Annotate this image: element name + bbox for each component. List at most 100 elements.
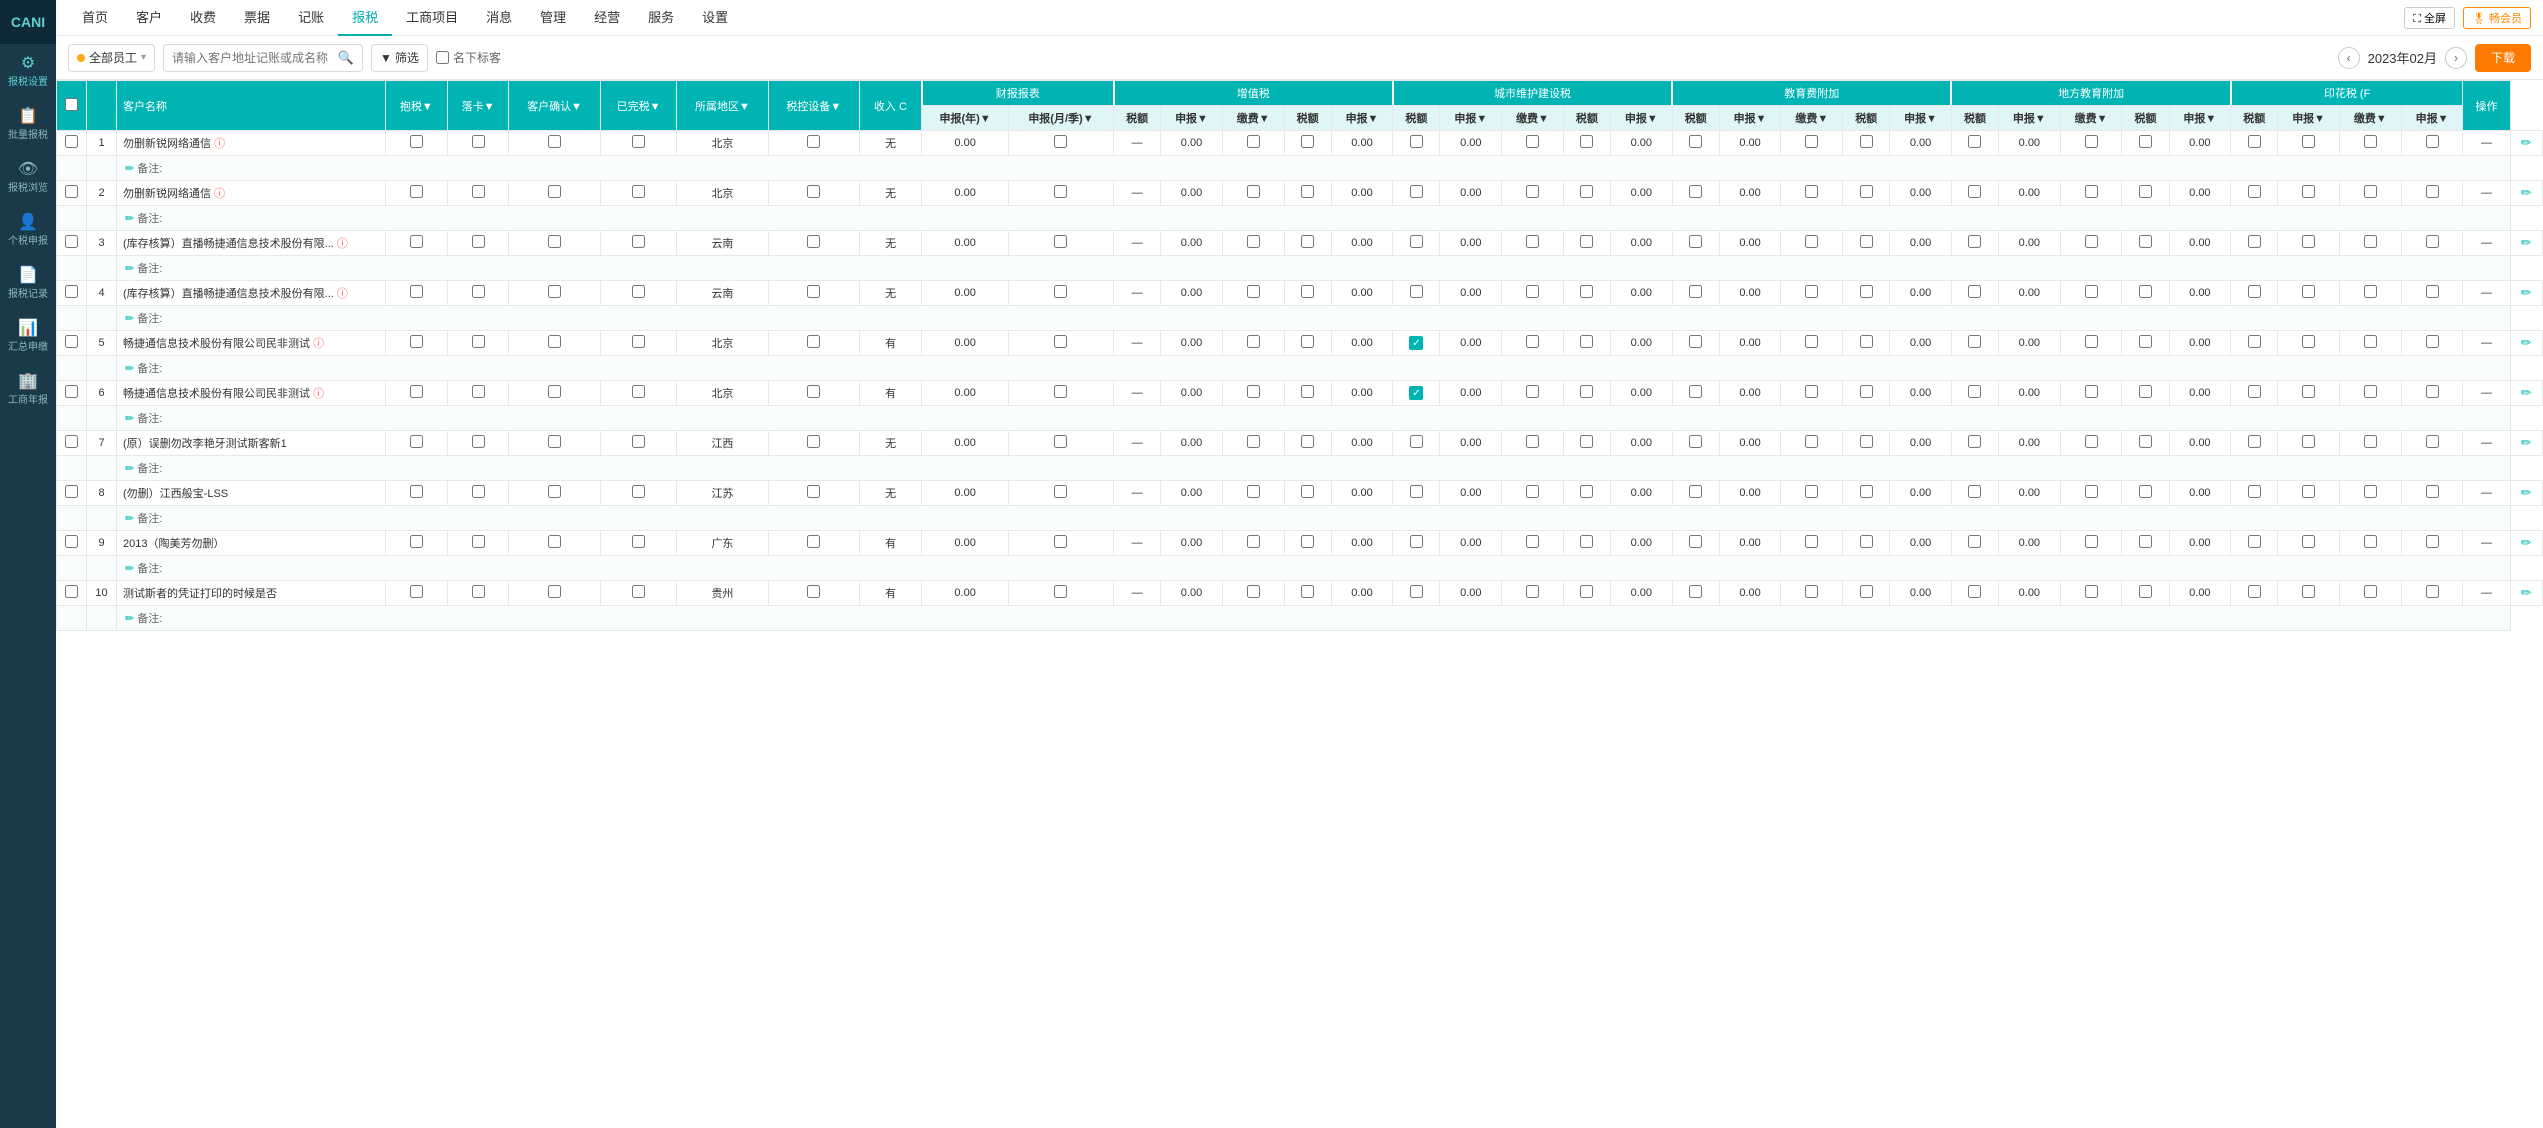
jiao-checkbox1[interactable] [1805, 135, 1818, 148]
difang-checkbox2[interactable] [2139, 385, 2152, 398]
row-checkbox[interactable] [65, 535, 78, 548]
zeng-checkbox2[interactable] [1301, 235, 1314, 248]
difang-checkbox2[interactable] [2139, 185, 2152, 198]
caibao-year-checkbox[interactable] [1054, 185, 1067, 198]
jiao-checkbox3[interactable] [1968, 535, 1981, 548]
row-checkbox[interactable] [65, 335, 78, 348]
sidebar-item-huizongshuoming[interactable]: 📊 汇总申缴 [0, 309, 56, 362]
row-checkbox[interactable] [65, 385, 78, 398]
baoshujiance-checkbox[interactable] [807, 135, 820, 148]
cheng-checkbox1[interactable] [1526, 235, 1539, 248]
cheng-checkbox3[interactable] [1689, 585, 1702, 598]
cheng-checkbox2[interactable] [1580, 285, 1593, 298]
row-checkbox[interactable] [65, 485, 78, 498]
row-checkbox[interactable] [65, 435, 78, 448]
yin-checkbox3[interactable] [2426, 135, 2439, 148]
baoshui-checkbox[interactable] [410, 385, 423, 398]
difang-checkbox3[interactable] [2248, 535, 2261, 548]
yibaogao-checkbox[interactable] [632, 185, 645, 198]
yin-checkbox1[interactable] [2302, 235, 2315, 248]
zeng-checkbox1[interactable] [1247, 335, 1260, 348]
baoshujiance-checkbox[interactable] [807, 185, 820, 198]
yin-checkbox3[interactable] [2426, 385, 2439, 398]
baoshui-checkbox[interactable] [410, 235, 423, 248]
jiao-checkbox1[interactable] [1805, 335, 1818, 348]
jiao-checkbox2[interactable] [1860, 235, 1873, 248]
kehuzhuque-checkbox[interactable] [548, 435, 561, 448]
zeng-checkbox3[interactable] [1410, 285, 1423, 298]
note-pencil-icon[interactable]: ✏ [125, 463, 134, 475]
cheng-checkbox3[interactable] [1689, 285, 1702, 298]
jiao-checkbox2[interactable] [1860, 585, 1873, 598]
jiao-checkbox2[interactable] [1860, 435, 1873, 448]
baoshui-checkbox[interactable] [410, 485, 423, 498]
sidebar-item-geshuishengbao[interactable]: 👤 个税申报 [0, 203, 56, 256]
star-button[interactable]: 名下标客 [436, 49, 501, 66]
jiao-checkbox3[interactable] [1968, 335, 1981, 348]
difang-checkbox2[interactable] [2139, 285, 2152, 298]
yin-checkbox3[interactable] [2426, 485, 2439, 498]
yibaogao-checkbox[interactable] [632, 285, 645, 298]
cheng-checkbox3[interactable] [1689, 185, 1702, 198]
difang-checkbox1[interactable] [2085, 435, 2098, 448]
difang-checkbox1[interactable] [2085, 185, 2098, 198]
difang-checkbox1[interactable] [2085, 235, 2098, 248]
note-pencil-icon[interactable]: ✏ [125, 563, 134, 575]
baoshui-checkbox[interactable] [410, 285, 423, 298]
zeng-checkbox2[interactable] [1301, 185, 1314, 198]
luoka-checkbox[interactable] [472, 585, 485, 598]
difang-checkbox1[interactable] [2085, 135, 2098, 148]
cheng-checkbox1[interactable] [1526, 535, 1539, 548]
topnav-fuwu[interactable]: 服务 [634, 0, 688, 36]
membership-button[interactable]: 🎖 畅会员 [2463, 7, 2531, 29]
yibaogao-checkbox[interactable] [632, 335, 645, 348]
cheng-checkbox2[interactable] [1580, 485, 1593, 498]
difang-checkbox3[interactable] [2248, 435, 2261, 448]
download-button[interactable]: 下载 [2475, 44, 2531, 72]
select-all-checkbox[interactable] [65, 98, 78, 111]
difang-checkbox2[interactable] [2139, 485, 2152, 498]
caibao-year-checkbox[interactable] [1054, 485, 1067, 498]
note-pencil-icon[interactable]: ✏ [125, 213, 134, 225]
yin-checkbox1[interactable] [2302, 485, 2315, 498]
zeng-checkbox2[interactable] [1301, 585, 1314, 598]
caibao-year-checkbox[interactable] [1054, 585, 1067, 598]
zeng-checkbox2[interactable] [1301, 285, 1314, 298]
jiao-checkbox2[interactable] [1860, 185, 1873, 198]
difang-checkbox1[interactable] [2085, 335, 2098, 348]
luoka-checkbox[interactable] [472, 185, 485, 198]
fullscreen-button[interactable]: ⛶ 全屏 [2404, 7, 2455, 29]
topnav-shoukuan[interactable]: 收费 [176, 0, 230, 36]
zeng-checkbox1[interactable] [1247, 485, 1260, 498]
zeng-checkbox1[interactable] [1247, 185, 1260, 198]
zeng-checkbox3[interactable] [1410, 135, 1423, 148]
zeng-checkbox2[interactable] [1301, 535, 1314, 548]
luoka-checkbox[interactable] [472, 485, 485, 498]
row-checkbox[interactable] [65, 235, 78, 248]
jiao-checkbox3[interactable] [1968, 385, 1981, 398]
yin-checkbox3[interactable] [2426, 585, 2439, 598]
yin-checkbox1[interactable] [2302, 285, 2315, 298]
topnav-xiaoxi[interactable]: 消息 [472, 0, 526, 36]
kehuzhuque-checkbox[interactable] [548, 335, 561, 348]
row-checkbox[interactable] [65, 135, 78, 148]
zeng-checkbox3[interactable] [1410, 535, 1423, 548]
zeng-checkbox2[interactable] [1301, 435, 1314, 448]
cheng-checkbox3[interactable] [1689, 535, 1702, 548]
yibaogao-checkbox[interactable] [632, 535, 645, 548]
yin-checkbox1[interactable] [2302, 335, 2315, 348]
cheng-checkbox2[interactable] [1580, 235, 1593, 248]
sidebar-item-baoshuishezhi[interactable]: ⚙ 报税设置 [0, 44, 56, 97]
baoshui-checkbox[interactable] [410, 185, 423, 198]
difang-checkbox3[interactable] [2248, 485, 2261, 498]
yibaogao-checkbox[interactable] [632, 435, 645, 448]
luoka-checkbox[interactable] [472, 335, 485, 348]
baoshujiance-checkbox[interactable] [807, 585, 820, 598]
sidebar-item-piliangshuigao[interactable]: 📋 批量报税 [0, 97, 56, 150]
kehuzhuque-checkbox[interactable] [548, 285, 561, 298]
cheng-checkbox2[interactable] [1580, 135, 1593, 148]
difang-checkbox3[interactable] [2248, 285, 2261, 298]
difang-checkbox3[interactable] [2248, 135, 2261, 148]
kehuzhuque-checkbox[interactable] [548, 235, 561, 248]
cheng-checkbox2[interactable] [1580, 385, 1593, 398]
